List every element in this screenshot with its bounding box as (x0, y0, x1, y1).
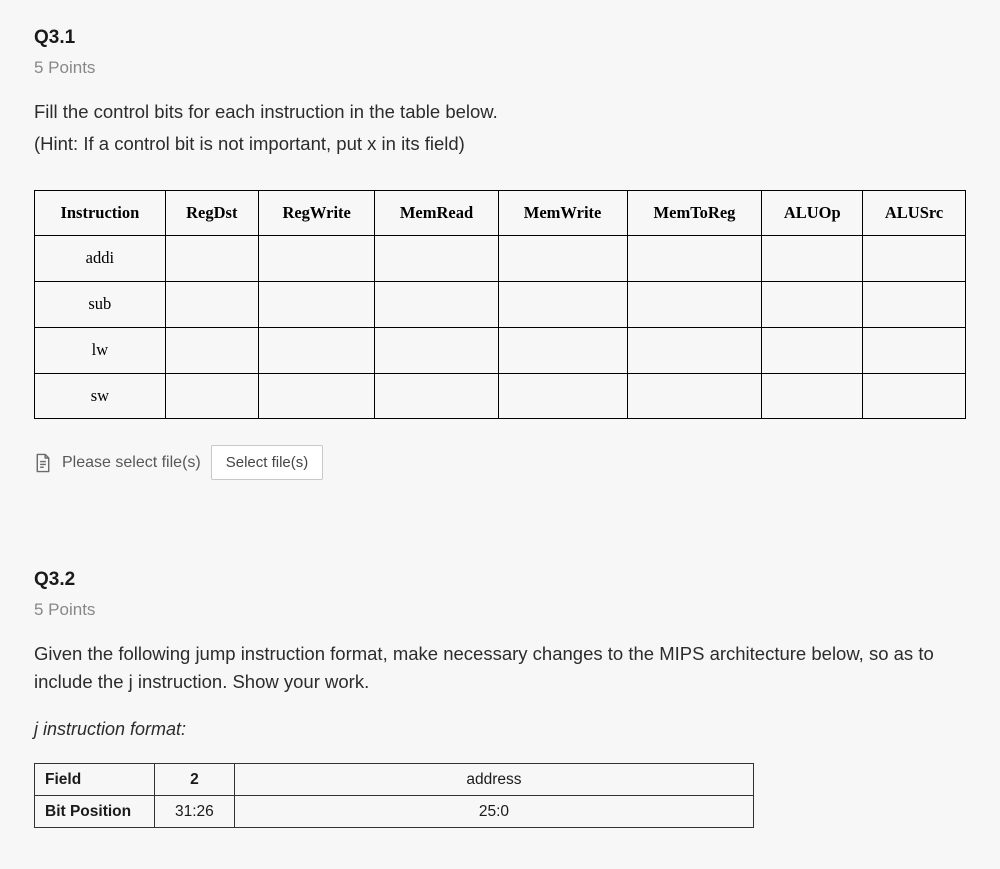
upload-hint: Please select file(s) (62, 451, 201, 475)
q32-heading: Q3.2 (34, 566, 966, 595)
row-label-field: Field (35, 763, 155, 795)
col-regdst: RegDst (165, 190, 258, 236)
cell-instruction: lw (35, 327, 166, 373)
q31-points: 5 Points (34, 55, 966, 81)
cell (258, 373, 375, 419)
cell (863, 373, 966, 419)
col-memwrite: MemWrite (498, 190, 627, 236)
col-instruction: Instruction (35, 190, 166, 236)
table-row: sub (35, 282, 966, 328)
cell (762, 236, 863, 282)
cell (165, 373, 258, 419)
cell-bitpos-address: 25:0 (234, 796, 753, 828)
cell (165, 236, 258, 282)
cell (627, 373, 762, 419)
cell (498, 373, 627, 419)
cell (165, 327, 258, 373)
cell (375, 236, 498, 282)
table-row: lw (35, 327, 966, 373)
cell (375, 373, 498, 419)
cell-bitpos-opcode: 31:26 (154, 796, 234, 828)
q31-prompt-line1: Fill the control bits for each instructi… (34, 98, 966, 126)
q31-prompt-line2: (Hint: If a control bit is not important… (34, 130, 966, 158)
cell (627, 282, 762, 328)
cell-instruction: sw (35, 373, 166, 419)
table-row: Field 2 address (35, 763, 754, 795)
cell (863, 282, 966, 328)
q31-heading: Q3.1 (34, 24, 966, 53)
table-row: Bit Position 31:26 25:0 (35, 796, 754, 828)
select-files-button[interactable]: Select file(s) (211, 445, 324, 480)
cell (498, 236, 627, 282)
cell (498, 282, 627, 328)
j-format-table: Field 2 address Bit Position 31:26 25:0 (34, 763, 754, 829)
col-memtoreg: MemToReg (627, 190, 762, 236)
j-format-label: j instruction format: (34, 716, 966, 743)
q32-prompt: Given the following jump instruction for… (34, 640, 966, 696)
table-row: addi (35, 236, 966, 282)
col-alusrc: ALUSrc (863, 190, 966, 236)
cell (498, 327, 627, 373)
table-row: sw (35, 373, 966, 419)
cell (375, 327, 498, 373)
cell (258, 236, 375, 282)
col-memread: MemRead (375, 190, 498, 236)
cell-address-label: address (234, 763, 753, 795)
cell (762, 327, 863, 373)
table-header-row: Instruction RegDst RegWrite MemRead MemW… (35, 190, 966, 236)
cell (258, 282, 375, 328)
control-bits-table: Instruction RegDst RegWrite MemRead MemW… (34, 190, 966, 420)
file-upload-row: Please select file(s) Select file(s) (34, 445, 966, 480)
cell-instruction: addi (35, 236, 166, 282)
cell (627, 327, 762, 373)
col-regwrite: RegWrite (258, 190, 375, 236)
cell-opcode-value: 2 (154, 763, 234, 795)
document-icon (34, 453, 52, 473)
cell (165, 282, 258, 328)
cell (627, 236, 762, 282)
cell (762, 373, 863, 419)
cell (863, 236, 966, 282)
col-aluop: ALUOp (762, 190, 863, 236)
cell (762, 282, 863, 328)
cell-instruction: sub (35, 282, 166, 328)
cell (863, 327, 966, 373)
cell (258, 327, 375, 373)
q32-points: 5 Points (34, 597, 966, 623)
page: Q3.1 5 Points Fill the control bits for … (0, 0, 1000, 869)
cell (375, 282, 498, 328)
row-label-bitposition: Bit Position (35, 796, 155, 828)
